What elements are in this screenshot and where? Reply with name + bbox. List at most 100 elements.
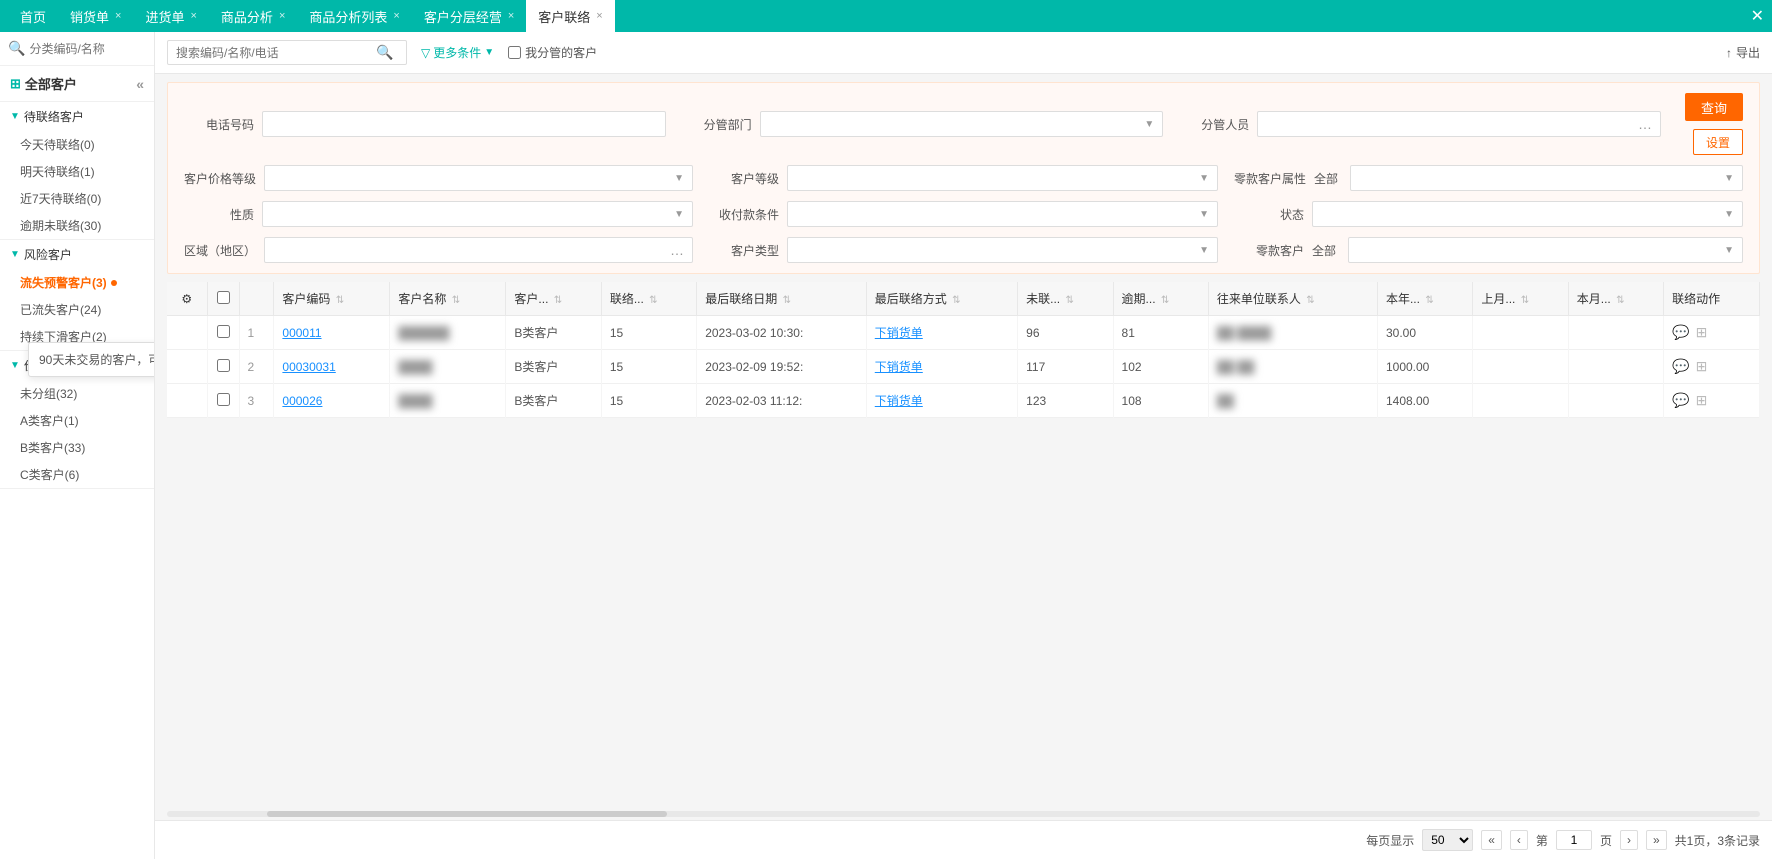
nav-tab-product-analysis[interactable]: 商品分析 × xyxy=(209,0,297,32)
first-page-btn[interactable]: « xyxy=(1481,830,1502,850)
sidebar-all-customers[interactable]: ⊞ 全部客户 « xyxy=(0,66,154,102)
nav-tab-product-list[interactable]: 商品分析列表 × xyxy=(297,0,411,32)
scroll-thumb[interactable] xyxy=(267,811,667,817)
close-sales-tab[interactable]: × xyxy=(115,10,121,22)
page-input[interactable] xyxy=(1556,830,1592,850)
row-checkbox-3[interactable] xyxy=(217,393,230,406)
td-code-3[interactable]: 000026 xyxy=(274,384,390,418)
sort-unit-contact-icon[interactable]: ⇅ xyxy=(1306,295,1314,306)
sidebar-item-churn-warning[interactable]: 流失预警客户(3) xyxy=(0,269,154,296)
sort-this-month-icon[interactable]: ⇅ xyxy=(1616,295,1624,306)
sort-date-icon[interactable]: ⇅ xyxy=(783,295,791,306)
sort-contact-icon[interactable]: ⇅ xyxy=(649,295,657,306)
sort-last-month-icon[interactable]: ⇅ xyxy=(1521,295,1529,306)
sidebar-item-a-class[interactable]: A类客户(1) xyxy=(0,407,154,434)
filter-status-select[interactable]: ▼ xyxy=(1312,201,1743,227)
table-row: 3 000026 ████ B类客户 15 2023-02-03 11:12: … xyxy=(167,384,1760,418)
nav-home[interactable]: 首页 xyxy=(8,0,58,32)
table-scrollbar[interactable] xyxy=(155,808,1772,820)
window-close-btn[interactable]: ✕ xyxy=(1751,6,1764,26)
td-code-1[interactable]: 000011 xyxy=(274,316,390,350)
filter-payment-select[interactable]: ▼ xyxy=(787,201,1218,227)
filter-price-level-select[interactable]: ▼ xyxy=(264,165,693,191)
sidebar-group-risk-header[interactable]: ▼ 风险客户 xyxy=(0,240,154,269)
td-method-3[interactable]: 下销货单 xyxy=(866,384,1017,418)
sidebar-item-tomorrow[interactable]: 明天待联络(1) xyxy=(0,158,154,185)
close-product-analysis-tab[interactable]: × xyxy=(279,10,285,22)
table-row: 1 000011 ██████ B类客户 15 2023-03-02 10:30… xyxy=(167,316,1760,350)
export-btn[interactable]: ↑ 导出 xyxy=(1726,44,1760,61)
sidebar-item-7days[interactable]: 近7天待联络(0) xyxy=(0,185,154,212)
prev-page-btn[interactable]: ‹ xyxy=(1510,830,1528,850)
sort-code-icon[interactable]: ⇅ xyxy=(336,295,344,306)
sidebar-item-ungroup[interactable]: 未分组(32) xyxy=(0,380,154,407)
sidebar-search-input[interactable] xyxy=(29,42,146,56)
sidebar-item-overdue[interactable]: 逾期未联络(30) xyxy=(0,212,154,239)
close-purchase-tab[interactable]: × xyxy=(190,10,196,22)
td-num-2: 2 xyxy=(239,350,274,384)
total-label: 共1页，3条记录 xyxy=(1675,832,1760,849)
select-all-checkbox[interactable] xyxy=(217,291,230,304)
row-checkbox-1[interactable] xyxy=(217,325,230,338)
more-conditions-btn[interactable]: ▽ 更多条件 ▼ xyxy=(415,41,500,64)
nav-tab-purchase[interactable]: 进货单 × xyxy=(133,0,208,32)
sort-method-icon[interactable]: ⇅ xyxy=(952,295,960,306)
nav-tab-customer-contact[interactable]: 客户联络 × xyxy=(526,0,614,32)
more-region-icon[interactable]: … xyxy=(670,242,684,258)
settings-gear-icon[interactable]: ⚙ xyxy=(181,292,192,306)
chat-icon-3[interactable]: 💬 xyxy=(1672,392,1689,409)
pagination: 每页显示 50 100 200 « ‹ 第 页 › » 共1页，3条记录 xyxy=(155,820,1772,859)
my-customers-checkbox[interactable] xyxy=(508,46,521,59)
filter-region-select[interactable]: … xyxy=(264,237,693,263)
filter-cust-type-select[interactable]: ▼ xyxy=(787,237,1218,263)
filter-gender-label: 性质 xyxy=(184,206,254,223)
sort-no-contact-icon[interactable]: ⇅ xyxy=(1066,295,1074,306)
filter-gender-select[interactable]: ▼ xyxy=(262,201,693,227)
filter-zero-customer-select[interactable]: ▼ xyxy=(1348,237,1743,263)
nav-tab-sales[interactable]: 销货单 × xyxy=(58,0,133,32)
chat-icon-2[interactable]: 💬 xyxy=(1672,358,1689,375)
td-num-3: 3 xyxy=(239,384,274,418)
grid-action-icon-2[interactable]: ⊞ xyxy=(1696,358,1708,375)
td-contact-1: 15 xyxy=(601,316,696,350)
filter-person-select[interactable]: … xyxy=(1257,111,1661,137)
my-customers-checkbox-wrap[interactable]: 我分管的客户 xyxy=(508,44,597,61)
sort-this-year-icon[interactable]: ⇅ xyxy=(1425,295,1433,306)
grid-action-icon-3[interactable]: ⊞ xyxy=(1696,392,1708,409)
more-person-icon[interactable]: … xyxy=(1638,116,1652,132)
filter-dept-select[interactable]: ▼ xyxy=(760,111,1164,137)
sort-name-icon[interactable]: ⇅ xyxy=(452,295,460,306)
query-btn[interactable]: 查询 xyxy=(1685,93,1743,121)
filter-zero-attr-select[interactable]: ▼ xyxy=(1350,165,1743,191)
grid-action-icon-1[interactable]: ⊞ xyxy=(1696,324,1708,341)
th-unit-contact: 往来单位联系人 ⇅ xyxy=(1208,282,1377,316)
sidebar-group-pending-header[interactable]: ▼ 待联络客户 xyxy=(0,102,154,131)
close-product-list-tab[interactable]: × xyxy=(393,10,399,22)
last-page-btn[interactable]: » xyxy=(1646,830,1667,850)
settings-btn[interactable]: 设置 xyxy=(1693,129,1743,155)
filter-phone-input[interactable] xyxy=(262,111,666,137)
search-input[interactable] xyxy=(176,46,376,60)
sidebar-collapse-icon[interactable]: « xyxy=(136,76,144,92)
sidebar-item-c-class[interactable]: C类客户(6) xyxy=(0,461,154,488)
filter-payment-label: 收付款条件 xyxy=(709,206,779,223)
sidebar-item-churned[interactable]: 已流失客户(24) xyxy=(0,296,154,323)
nav-tab-customer-segment[interactable]: 客户分层经营 × xyxy=(412,0,526,32)
close-customer-segment-tab[interactable]: × xyxy=(508,10,514,22)
chat-icon-1[interactable]: 💬 xyxy=(1672,324,1689,341)
per-page-select[interactable]: 50 100 200 xyxy=(1422,829,1473,851)
td-overdue-1: 81 xyxy=(1113,316,1208,350)
sidebar-item-b-class[interactable]: B类客户(33) xyxy=(0,434,154,461)
sort-type-icon[interactable]: ⇅ xyxy=(554,295,562,306)
search-submit-icon[interactable]: 🔍 xyxy=(376,44,393,61)
td-code-2[interactable]: 00030031 xyxy=(274,350,390,384)
row-checkbox-2[interactable] xyxy=(217,359,230,372)
sidebar-item-today[interactable]: 今天待联络(0) xyxy=(0,131,154,158)
close-customer-contact-tab[interactable]: × xyxy=(596,10,602,22)
filter-customer-level-select[interactable]: ▼ xyxy=(787,165,1218,191)
next-page-btn[interactable]: › xyxy=(1620,830,1638,850)
td-date-2: 2023-02-09 19:52: xyxy=(697,350,867,384)
sort-overdue-icon[interactable]: ⇅ xyxy=(1161,295,1169,306)
td-method-2[interactable]: 下销货单 xyxy=(866,350,1017,384)
td-method-1[interactable]: 下销货单 xyxy=(866,316,1017,350)
